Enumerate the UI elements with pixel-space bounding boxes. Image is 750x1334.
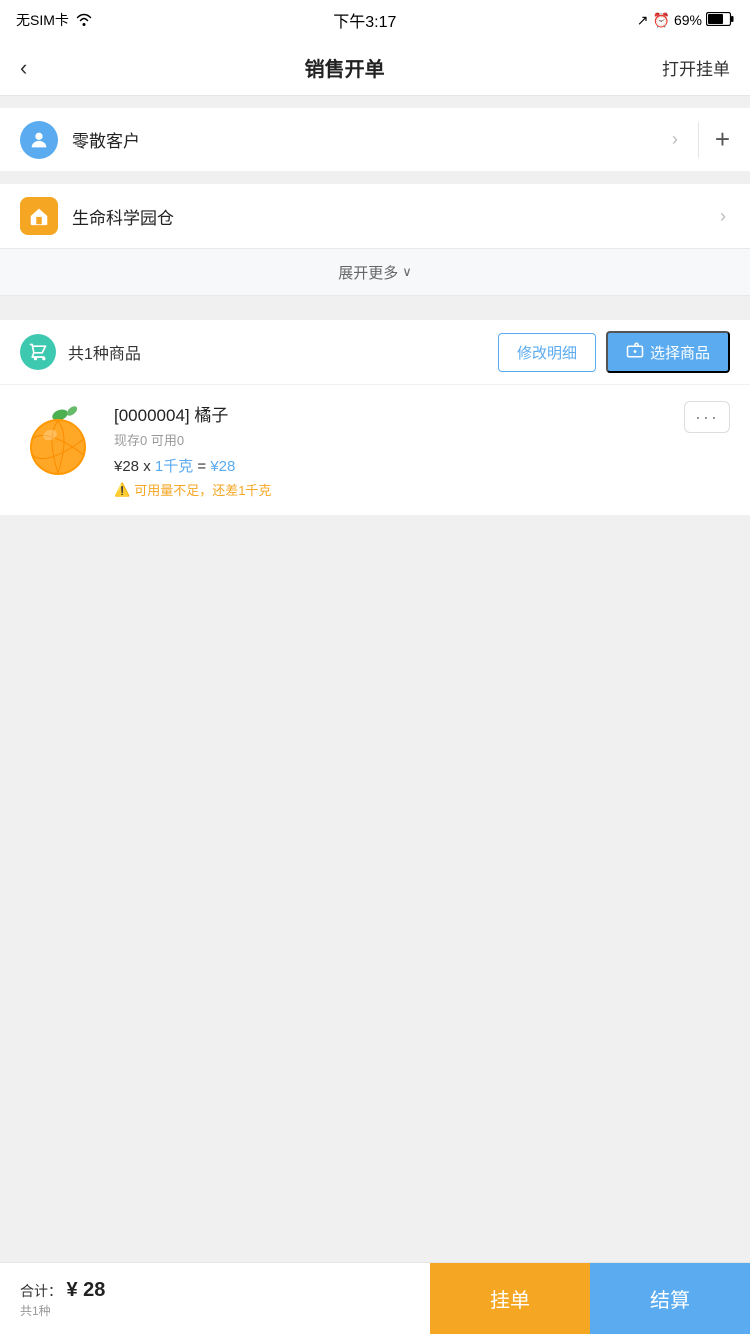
product-total: ¥28: [210, 458, 235, 475]
product-image: [20, 401, 100, 481]
status-right: ↗ ⏰ 69%: [637, 12, 734, 29]
customer-name: 零散客户: [72, 127, 672, 152]
total-amount: ¥ 28: [66, 1279, 105, 1301]
open-hang-button[interactable]: 打开挂单: [662, 55, 730, 80]
alarm-icon: ⏰: [653, 12, 670, 29]
product-price-text: ¥28 x: [114, 458, 155, 475]
status-bar: 无SIM卡 下午3:17 ↗ ⏰ 69%: [0, 0, 750, 40]
customer-chevron-icon: ›: [672, 129, 678, 150]
expand-label: 展开更多: [338, 262, 398, 283]
status-time: 下午3:17: [333, 8, 396, 32]
bottom-total: 合计： ¥ 28 共1种: [0, 1279, 430, 1319]
section-gap-3: [0, 296, 750, 308]
warehouse-chevron-icon: ›: [720, 206, 726, 227]
customer-avatar: [20, 121, 58, 159]
select-product-button[interactable]: 选择商品: [606, 331, 730, 373]
product-quantity: 1千克: [155, 458, 193, 475]
location-icon: ↗: [637, 12, 649, 29]
hang-button[interactable]: 挂单: [430, 1263, 590, 1334]
warehouse-row[interactable]: 生命科学园仓 ›: [0, 184, 750, 248]
battery-icon: [706, 12, 734, 29]
select-product-icon: [626, 341, 644, 363]
status-left: 无SIM卡: [16, 10, 93, 30]
warning-text: 可用量不足，还差1千克: [134, 480, 271, 499]
product-warning: ⚠️ 可用量不足，还差1千克: [114, 480, 684, 499]
section-gap-1: [0, 96, 750, 108]
product-name: [0000004] 橘子: [114, 401, 684, 426]
product-title: 橘子: [194, 406, 228, 425]
bottom-bar: 合计： ¥ 28 共1种 挂单 结算: [0, 1262, 750, 1334]
nav-bar: ‹ 销售开单 打开挂单: [0, 40, 750, 96]
customer-divider: [698, 122, 699, 158]
product-equals: =: [193, 458, 210, 475]
product-info: [0000004] 橘子 现存0 可用0 ¥28 x 1千克 = ¥28 ⚠️ …: [114, 401, 684, 499]
expand-arrow-icon: ∨: [402, 264, 412, 280]
total-count: 共1种: [20, 1302, 410, 1319]
product-item: [0000004] 橘子 现存0 可用0 ¥28 x 1千克 = ¥28 ⚠️ …: [0, 385, 750, 515]
product-code: [0000004]: [114, 406, 190, 425]
warehouse-icon: [20, 197, 58, 235]
product-stock: 现存0 可用0: [114, 430, 684, 449]
expand-more-row[interactable]: 展开更多 ∨: [0, 248, 750, 296]
products-header: 共1种商品 修改明细 选择商品: [0, 320, 750, 384]
select-product-label: 选择商品: [650, 342, 710, 363]
warning-icon: ⚠️: [114, 482, 130, 498]
battery-level: 69%: [674, 12, 702, 28]
product-more-button[interactable]: ···: [684, 401, 730, 433]
products-count: 共1种商品: [68, 340, 498, 364]
section-gap-2: [0, 172, 750, 184]
wifi-icon: [75, 12, 93, 29]
page-title: 销售开单: [305, 53, 385, 82]
total-row: 合计： ¥ 28: [20, 1279, 410, 1302]
checkout-button[interactable]: 结算: [590, 1263, 750, 1334]
customer-row[interactable]: 零散客户 › +: [0, 108, 750, 172]
edit-detail-button[interactable]: 修改明细: [498, 333, 596, 372]
products-icon: [20, 334, 56, 370]
total-label: 合计：: [20, 1283, 62, 1299]
add-customer-button[interactable]: +: [715, 124, 730, 155]
warehouse-name: 生命科学园仓: [72, 204, 720, 229]
carrier-label: 无SIM卡: [16, 10, 69, 30]
product-price-row: ¥28 x 1千克 = ¥28: [114, 455, 684, 476]
back-button[interactable]: ‹: [20, 55, 27, 81]
